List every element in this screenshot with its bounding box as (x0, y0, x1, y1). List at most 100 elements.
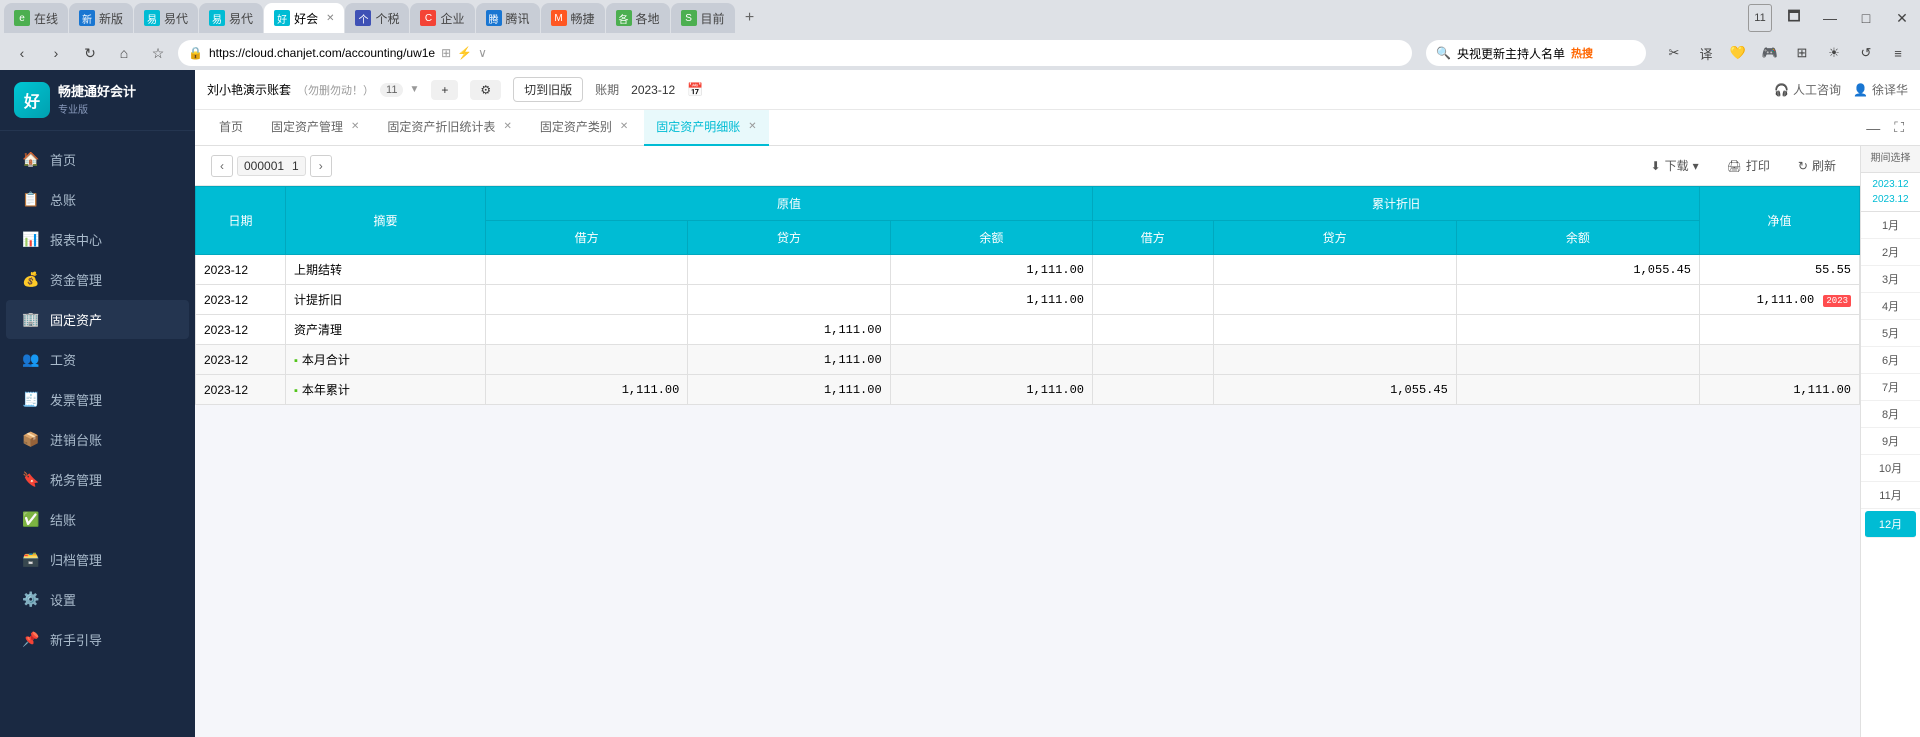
cell-date: 2023-12 (196, 255, 286, 285)
close-window-btn[interactable]: ✕ (1888, 4, 1916, 32)
sidebar-item-settings[interactable]: ⚙️ 设置 (6, 580, 189, 619)
browser-tab-8[interactable]: 腾 腾讯 (476, 3, 540, 33)
back-btn[interactable]: ‹ (8, 39, 36, 67)
calendar-icon[interactable]: 📅 (687, 82, 703, 98)
month-item-4[interactable]: 4月 (1861, 293, 1920, 320)
download-btn[interactable]: ⬇ 下载 ▾ (1643, 154, 1707, 177)
sidebar-item-reports[interactable]: 📊 报表中心 (6, 220, 189, 259)
summary-icon: ▪ (294, 355, 298, 367)
minimize-btn[interactable]: — (1816, 4, 1844, 32)
maximize-btn[interactable]: □ (1852, 4, 1880, 32)
sidebar-item-invoice[interactable]: 🧾 发票管理 (6, 380, 189, 419)
bookmark-btn[interactable]: ☆ (144, 39, 172, 67)
tab-count-badge[interactable]: 11 (1748, 4, 1772, 32)
new-tab-button[interactable]: + (736, 4, 764, 32)
account-selector[interactable]: 刘小艳演示账套 （勿删勿动！） 11 ▼ (207, 81, 419, 98)
sidebar-item-funds[interactable]: 💰 资金管理 (6, 260, 189, 299)
month-item-10[interactable]: 10月 (1861, 455, 1920, 482)
browser-tab-2[interactable]: 新 新版 (69, 3, 133, 33)
tab-fixed-assets-mgmt[interactable]: 固定资产管理 ✕ (259, 110, 371, 146)
download-label: 下载 (1665, 157, 1689, 174)
print-btn[interactable]: 🖨 打印 (1719, 154, 1778, 177)
wallet-tool[interactable]: 💛 (1724, 39, 1752, 67)
translate-tool[interactable]: 译 (1692, 39, 1720, 67)
period-start-date[interactable]: 2023.12 (1865, 177, 1916, 192)
restore-window-btn[interactable]: 🗖 (1780, 4, 1808, 32)
tab-fixed-assets-mgmt-label: 固定资产管理 (271, 118, 343, 135)
sidebar-item-closing[interactable]: ✅ 结账 (6, 500, 189, 539)
browser-tab-1[interactable]: e 在线 (4, 3, 68, 33)
scissors-tool[interactable]: ✂ (1660, 39, 1688, 67)
switch-version-btn[interactable]: 切到旧版 (513, 77, 583, 102)
month-item-2[interactable]: 2月 (1861, 239, 1920, 266)
next-page-btn[interactable]: › (310, 155, 332, 177)
sidebar-item-tax[interactable]: 🔖 税务管理 (6, 460, 189, 499)
tab-home[interactable]: 首页 (207, 110, 255, 146)
table-row[interactable]: 2023-12 资产清理 1,111.00 (196, 315, 1860, 345)
window-minimize-btn[interactable]: — (1862, 118, 1884, 138)
dropdown-icon[interactable]: ∨ (478, 46, 487, 60)
browser-tab-7[interactable]: C 企业 (410, 3, 474, 33)
support-btn[interactable]: 🎧 人工咨询 (1774, 81, 1841, 98)
month-item-11[interactable]: 11月 (1861, 482, 1920, 509)
browser-tab-9[interactable]: M 畅捷 (541, 3, 605, 33)
browser-tab-11[interactable]: S 目前 (671, 3, 735, 33)
table-row[interactable]: 2023-12 计提折旧 1,111.00 1,111.00 2023 (196, 285, 1860, 315)
grid-tool[interactable]: ⊞ (1788, 39, 1816, 67)
sidebar-item-home[interactable]: 🏠 首页 (6, 140, 189, 179)
window-maximize-btn[interactable]: ⛶ (1890, 117, 1908, 138)
settings-small-btn[interactable]: ⚙ (470, 80, 501, 100)
url-input[interactable]: 🔒 https://cloud.chanjet.com/accounting/u… (178, 40, 1412, 66)
top-bar: 刘小艳演示账套 （勿删勿动！） 11 ▼ + ⚙ 切到旧版 账期 2023-12… (195, 70, 1920, 110)
col-ov-debit: 借方 (486, 221, 688, 255)
table-row[interactable]: 2023-12 ▪本年累计 1,111.00 1,111.00 1,111.00… (196, 375, 1860, 405)
table-row[interactable]: 2023-12 ▪本月合计 1,111.00 (196, 345, 1860, 375)
tab-depreciation-stats-close[interactable]: ✕ (503, 121, 511, 132)
month-item-12[interactable]: 12月 (1865, 511, 1916, 538)
browser-tab-5-close[interactable]: ✕ (326, 13, 334, 24)
browser-tab-10[interactable]: 各 各地 (606, 3, 670, 33)
month-item-9[interactable]: 9月 (1861, 428, 1920, 455)
user-btn[interactable]: 👤 徐译华 (1853, 81, 1908, 98)
cell-ad-debit (1092, 375, 1213, 405)
history-tool[interactable]: ↺ (1852, 39, 1880, 67)
forward-btn[interactable]: › (42, 39, 70, 67)
tab-asset-category[interactable]: 固定资产类别 ✕ (528, 110, 640, 146)
table-row[interactable]: 2023-12 上期结转 1,111.00 1,055.45 55.55 (196, 255, 1860, 285)
browser-tab-5[interactable]: 好 好会 ✕ (264, 3, 344, 33)
search-box[interactable]: 🔍 央视更新主持人名单 热搜 (1426, 40, 1646, 66)
browser-tab-3[interactable]: 易 易代 (134, 3, 198, 33)
cell-net-value (1700, 315, 1860, 345)
month-item-7[interactable]: 7月 (1861, 374, 1920, 401)
sidebar-item-archive[interactable]: 🗃️ 归档管理 (6, 540, 189, 579)
sidebar-item-general-ledger[interactable]: 📋 总账 (6, 180, 189, 219)
tab-asset-detail-ledger[interactable]: 固定资产明细账 ✕ (644, 110, 768, 146)
game-tool[interactable]: 🎮 (1756, 39, 1784, 67)
month-item-6[interactable]: 6月 (1861, 347, 1920, 374)
more-tool[interactable]: ≡ (1884, 39, 1912, 67)
tab-asset-detail-ledger-close[interactable]: ✕ (748, 121, 756, 132)
period-end-date[interactable]: 2023.12 (1865, 192, 1916, 207)
sidebar-item-fixed-assets[interactable]: 🏢 固定资产 (6, 300, 189, 339)
tab-asset-category-close[interactable]: ✕ (620, 121, 628, 132)
add-account-btn[interactable]: + (431, 80, 458, 100)
cell-ad-credit: 1,055.45 (1213, 375, 1456, 405)
tab-fixed-assets-mgmt-close[interactable]: ✕ (351, 121, 359, 132)
page-number[interactable]: 000001 (244, 159, 284, 173)
month-item-8[interactable]: 8月 (1861, 401, 1920, 428)
month-item-5[interactable]: 5月 (1861, 320, 1920, 347)
home-btn[interactable]: ⌂ (110, 39, 138, 67)
cell-ad-balance (1456, 345, 1699, 375)
sidebar-item-inventory[interactable]: 📦 进销台账 (6, 420, 189, 459)
month-item-1[interactable]: 1月 (1861, 212, 1920, 239)
refresh-btn[interactable]: ↻ (76, 39, 104, 67)
refresh-btn[interactable]: ↻ 刷新 (1790, 154, 1844, 177)
sidebar-item-payroll[interactable]: 👥 工资 (6, 340, 189, 379)
sidebar-item-guide[interactable]: 📌 新手引导 (6, 620, 189, 659)
tab-depreciation-stats[interactable]: 固定资产折旧统计表 ✕ (375, 110, 523, 146)
prev-page-btn[interactable]: ‹ (211, 155, 233, 177)
browser-tab-6[interactable]: 个 个税 (345, 3, 409, 33)
month-item-3[interactable]: 3月 (1861, 266, 1920, 293)
brightness-tool[interactable]: ☀ (1820, 39, 1848, 67)
browser-tab-4[interactable]: 易 易代 (199, 3, 263, 33)
